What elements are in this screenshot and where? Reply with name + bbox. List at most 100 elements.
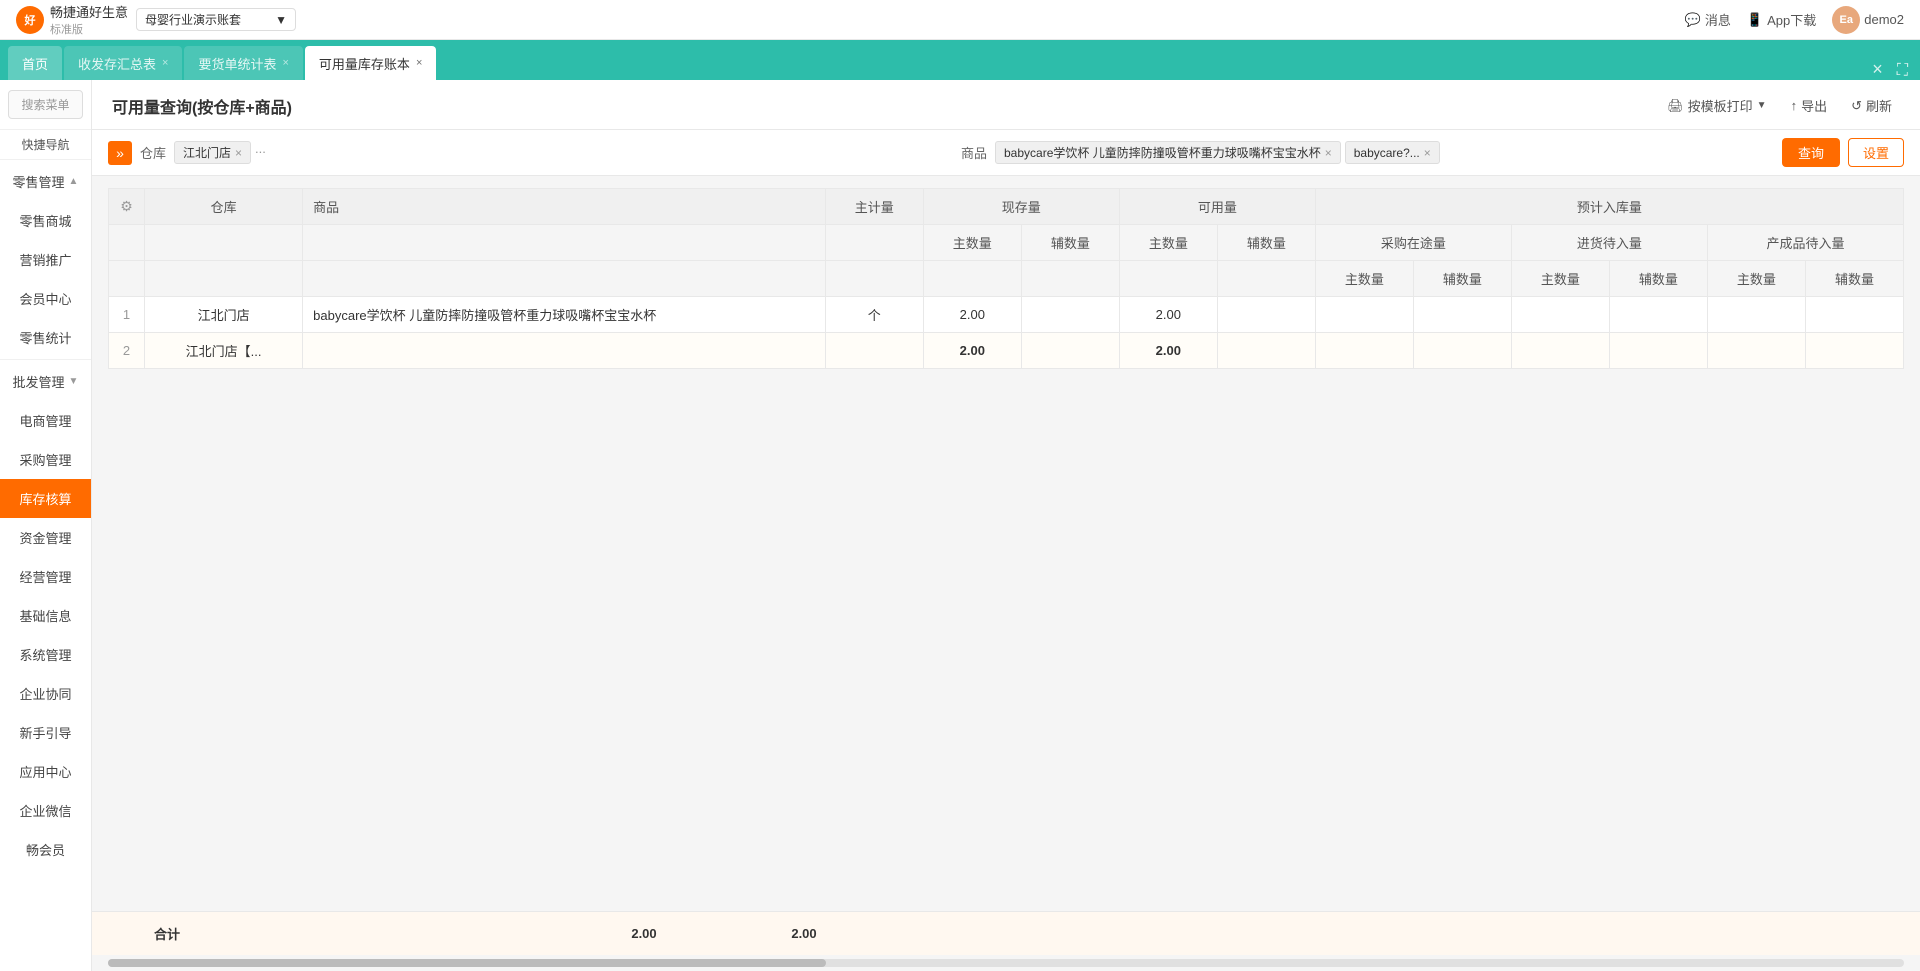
sidebar-item-retail-mgmt[interactable]: 零售管理 ▲ xyxy=(0,162,91,201)
sidebar-item-wechat[interactable]: 企业微信 xyxy=(0,791,91,830)
sidebar-item-wholesale[interactable]: 批发管理 ▼ xyxy=(0,362,91,401)
row-warehouse: 江北门店 xyxy=(145,297,303,333)
tab-order-stats[interactable]: 要货单统计表 × xyxy=(184,46,302,80)
tab-close-icon[interactable]: × xyxy=(416,57,422,69)
footer-stock-main: 2.00 xyxy=(604,920,684,947)
tab-stock-summary[interactable]: 收发存汇总表 × xyxy=(64,46,182,80)
app-name: 畅捷通好生意 xyxy=(50,2,128,21)
empty-sub2 xyxy=(145,261,303,297)
nav-tabs: 首页 收发存汇总表 × 要货单统计表 × 可用量库存账本 × × ⛶ xyxy=(0,40,1920,80)
footer-empty xyxy=(224,920,544,947)
expand-icon[interactable]: ⛶ xyxy=(1893,62,1912,80)
row-available-main: 2.00 xyxy=(1119,333,1217,369)
horizontal-scrollbar[interactable] xyxy=(92,955,1920,971)
sidebar-item-retail-stats[interactable]: 零售统计 xyxy=(0,318,91,357)
tag-close-icon[interactable]: × xyxy=(1424,146,1431,160)
chevron-icon: ▲ xyxy=(69,176,79,187)
sidebar-label: 新手引导 xyxy=(19,723,71,742)
sidebar-item-ecommerce[interactable]: 电商管理 xyxy=(0,401,91,440)
product-tag-1-text: babycare学饮杯 儿童防摔防撞吸管杯重力球吸嘴杯宝宝水杯 xyxy=(1004,144,1321,161)
row-purchase-main xyxy=(1315,333,1413,369)
logo-text: 畅捷通好生意 标准版 xyxy=(50,2,128,37)
product-tag-1[interactable]: babycare学饮杯 儿童防摔防撞吸管杯重力球吸嘴杯宝宝水杯 × xyxy=(995,141,1341,164)
footer-empty xyxy=(544,920,604,947)
search-menu-btn[interactable]: 搜索菜单 xyxy=(8,90,83,119)
query-btn[interactable]: 查询 xyxy=(1782,138,1840,167)
sidebar-item-inventory[interactable]: 库存核算 xyxy=(0,479,91,518)
sidebar-item-enterprise[interactable]: 企业协同 xyxy=(0,674,91,713)
tab-close-icon[interactable]: × xyxy=(162,57,168,69)
production-group-header: 产成品待入量 xyxy=(1707,225,1903,261)
sidebar-label: 零售统计 xyxy=(19,328,71,347)
data-table: ⚙ 仓库 商品 主计量 现存量 可用量 预计入库量 主数量 xyxy=(108,188,1904,369)
print-icon: 🖨 xyxy=(1667,98,1684,114)
sidebar-label: 零售商城 xyxy=(19,211,71,230)
sidebar-item-retail-mall[interactable]: 零售商城 xyxy=(0,201,91,240)
row-unit xyxy=(825,333,923,369)
production-aux-header: 辅数量 xyxy=(1805,261,1903,297)
sidebar-label: 电商管理 xyxy=(19,411,71,430)
purchase-main-header: 主数量 xyxy=(1315,261,1413,297)
sidebar-label: 经营管理 xyxy=(19,567,71,586)
more-btn[interactable]: ... xyxy=(255,141,266,164)
tab-available-stock[interactable]: 可用量库存账本 × xyxy=(305,46,436,80)
sidebar-item-members[interactable]: 会员中心 xyxy=(0,279,91,318)
sidebar-section: 零售管理 ▲ 零售商城 营销推广 会员中心 零售统计 批发管理 ▼ 电商管理 xyxy=(0,160,91,871)
sidebar-item-system[interactable]: 系统管理 xyxy=(0,635,91,674)
row-production-main xyxy=(1707,297,1805,333)
empty-sub2 xyxy=(109,261,145,297)
filter-right: 查询 设置 xyxy=(1782,138,1904,167)
footer-empty xyxy=(108,920,144,947)
scroll-thumb[interactable] xyxy=(108,959,826,967)
available-group-header: 可用量 xyxy=(1119,189,1315,225)
main-layout: 搜索菜单 快捷导航 零售管理 ▲ 零售商城 营销推广 会员中心 零售统计 批发管… xyxy=(0,80,1920,971)
scroll-track xyxy=(108,959,1904,967)
row-warehouse: 江北门店【... xyxy=(145,333,303,369)
tag-close-icon[interactable]: × xyxy=(1325,146,1332,160)
message-btn[interactable]: 💬 消息 xyxy=(1685,10,1731,29)
refresh-btn[interactable]: ↺ 刷新 xyxy=(1843,92,1900,119)
purchase-aux-header: 辅数量 xyxy=(1413,261,1511,297)
tab-close-icon[interactable]: × xyxy=(282,57,288,69)
sidebar-item-member[interactable]: 畅会员 xyxy=(0,830,91,869)
avatar: Ea xyxy=(1832,6,1860,34)
row-available-aux xyxy=(1217,333,1315,369)
sidebar-item-guide[interactable]: 新手引导 xyxy=(0,713,91,752)
filter-expand-btn[interactable]: » xyxy=(108,141,132,165)
sidebar-item-finance[interactable]: 资金管理 xyxy=(0,518,91,557)
user-area[interactable]: Ea demo2 xyxy=(1832,6,1904,34)
close-all-tabs-btn[interactable]: × xyxy=(1864,59,1891,80)
chevron-icon: ▼ xyxy=(69,376,79,387)
row-available-main: 2.00 xyxy=(1119,297,1217,333)
page-header: 可用量查询(按仓库+商品) 🖨 按模板打印 ▼ ↑ 导出 ↺ 刷新 xyxy=(92,80,1920,130)
product-col-header: 商品 xyxy=(303,189,826,225)
sidebar-item-operations[interactable]: 经营管理 xyxy=(0,557,91,596)
product-tag-2[interactable]: babycare?... × xyxy=(1345,141,1440,164)
company-selector[interactable]: 母婴行业演示账套 ▼ xyxy=(136,8,296,31)
chevron-down-icon: ▼ xyxy=(275,13,287,27)
sidebar-item-basic-info[interactable]: 基础信息 xyxy=(0,596,91,635)
tab-home[interactable]: 首页 xyxy=(8,46,62,80)
purchase-group-header: 采购在途量 xyxy=(1315,225,1511,261)
page-actions: 🖨 按模板打印 ▼ ↑ 导出 ↺ 刷新 xyxy=(1659,92,1900,119)
sidebar-label: 畅会员 xyxy=(26,840,65,859)
page-title: 可用量查询(按仓库+商品) xyxy=(112,94,292,118)
gear-icon[interactable]: ⚙ xyxy=(120,198,133,214)
sidebar-item-app-center[interactable]: 应用中心 xyxy=(0,752,91,791)
row-incoming-aux xyxy=(1609,333,1707,369)
export-btn[interactable]: ↑ 导出 xyxy=(1783,92,1836,119)
row-stock-main: 2.00 xyxy=(923,333,1021,369)
quick-nav-btn[interactable]: 快捷导航 xyxy=(0,130,91,160)
warehouse-tag[interactable]: 江北门店 × xyxy=(174,141,251,164)
tag-close-icon[interactable]: × xyxy=(235,146,242,160)
setting-btn[interactable]: 设置 xyxy=(1848,138,1904,167)
sidebar-item-purchase[interactable]: 采购管理 xyxy=(0,440,91,479)
top-bar-right: 💬 消息 📱 App下载 Ea demo2 xyxy=(1685,6,1904,34)
print-btn[interactable]: 🖨 按模板打印 ▼ xyxy=(1659,92,1774,119)
sidebar-item-marketing[interactable]: 营销推广 xyxy=(0,240,91,279)
sidebar-label: 库存核算 xyxy=(19,489,71,508)
tab-home-label: 首页 xyxy=(22,54,48,73)
empty-sub2 xyxy=(1119,261,1217,297)
stock-group-header: 现存量 xyxy=(923,189,1119,225)
app-download-btn[interactable]: 📱 App下载 xyxy=(1747,10,1816,29)
